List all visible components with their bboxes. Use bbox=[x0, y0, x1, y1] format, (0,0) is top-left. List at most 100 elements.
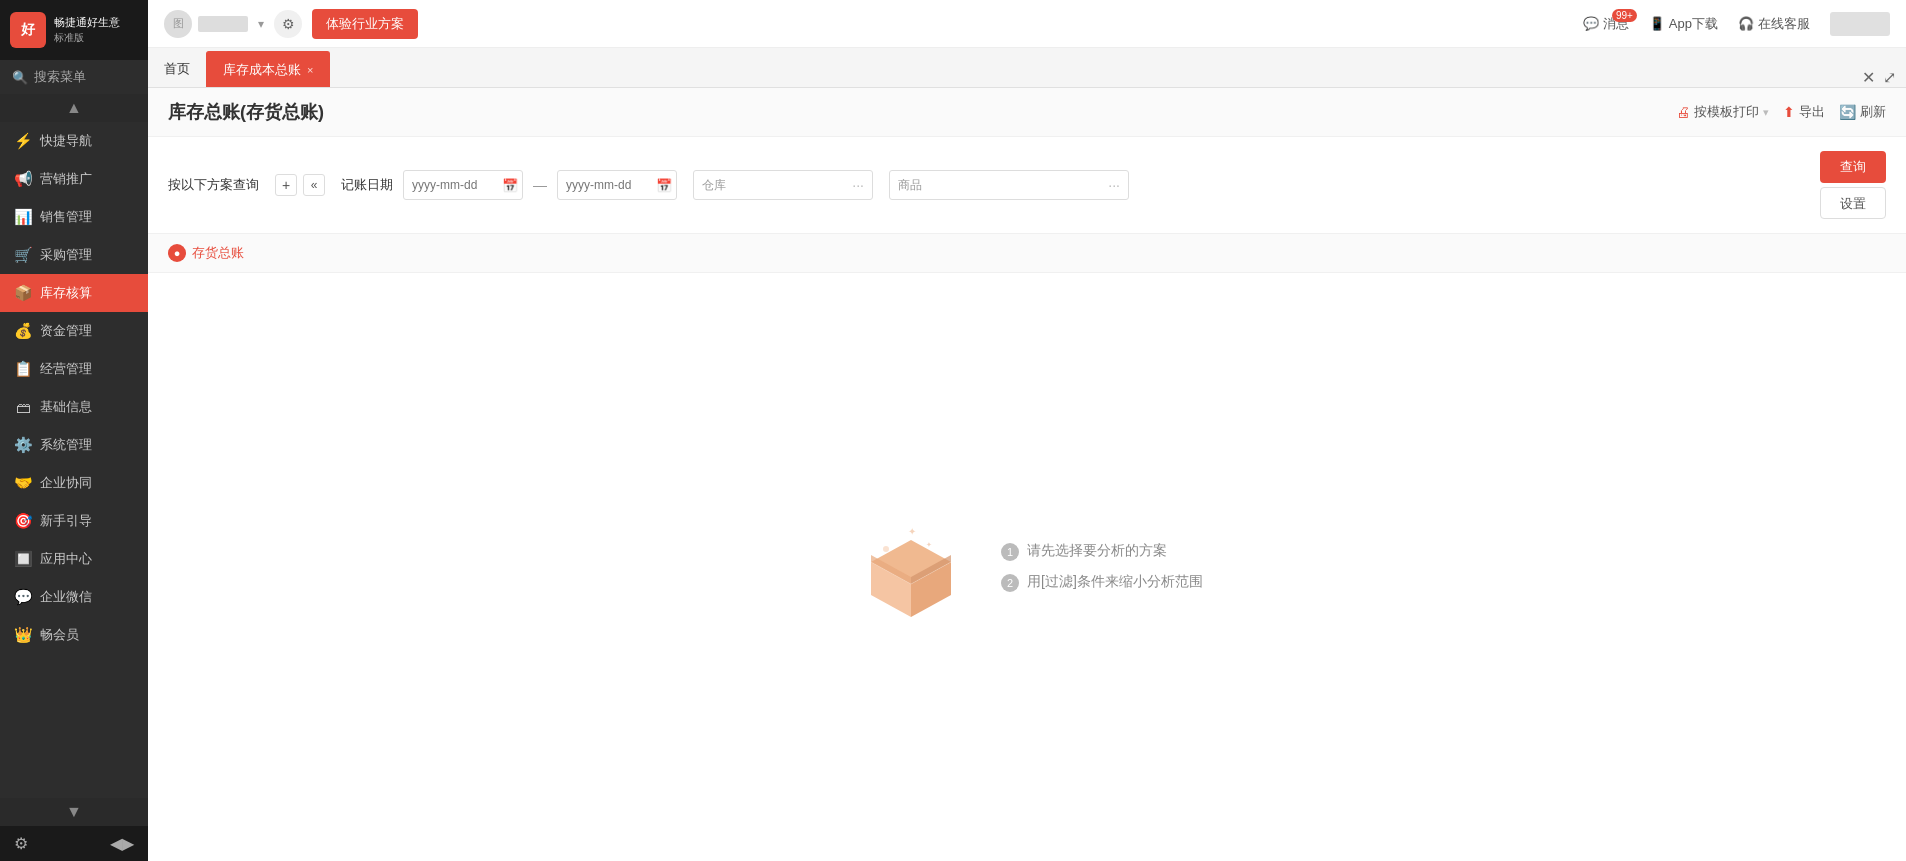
search-menu-label: 搜索菜单 bbox=[34, 68, 86, 86]
topbar-gear-button[interactable]: ⚙ bbox=[274, 10, 302, 38]
app-logo: 好 畅捷通好生意 标准版 bbox=[0, 0, 148, 60]
user-avatar: 图 bbox=[164, 10, 192, 38]
username-box bbox=[1830, 12, 1890, 36]
sidebar-item-label: 应用中心 bbox=[40, 550, 92, 568]
calendar-end-icon: 📅 bbox=[656, 178, 672, 193]
panel-expand-button[interactable]: ⤢ bbox=[1883, 68, 1896, 87]
sidebar-item-inventory[interactable]: 📦 库存核算 bbox=[0, 274, 148, 312]
sidebar-item-label: 基础信息 bbox=[40, 398, 92, 416]
date-end-input[interactable]: 📅 bbox=[557, 170, 677, 200]
date-start-input[interactable]: 📅 bbox=[403, 170, 523, 200]
message-button[interactable]: 💬 消息 99+ bbox=[1583, 15, 1629, 33]
warehouse-more-icon[interactable]: ··· bbox=[852, 177, 864, 193]
empty-state: ✦ ✦ 1 请先选择要分析的方案 2 用[过滤]条件来缩小分析范 bbox=[148, 273, 1906, 861]
topbar-chevron-icon[interactable]: ▾ bbox=[258, 17, 264, 31]
message-badge: 99+ bbox=[1612, 9, 1637, 22]
inventory-icon: 📦 bbox=[14, 284, 32, 302]
sidebar-item-label: 系统管理 bbox=[40, 436, 92, 454]
basic-info-icon: 🗃 bbox=[14, 398, 32, 416]
sidebar-item-app-center[interactable]: 🔲 应用中心 bbox=[0, 540, 148, 578]
svg-point-9 bbox=[883, 546, 889, 552]
trial-button[interactable]: 体验行业方案 bbox=[312, 9, 418, 39]
warehouse-filter[interactable]: 仓库 ··· bbox=[693, 170, 873, 200]
print-button[interactable]: 🖨 按模板打印 ▾ bbox=[1676, 103, 1769, 121]
tab-close-icon[interactable]: × bbox=[307, 64, 313, 76]
main-area: 图 ▾ ⚙ 体验行业方案 💬 消息 99+ 📱 App下载 🎧 在线客服 bbox=[148, 0, 1906, 861]
sidebar-item-label: 企业协同 bbox=[40, 474, 92, 492]
settings-button[interactable]: 设置 bbox=[1820, 187, 1886, 219]
calendar-start-icon: 📅 bbox=[502, 178, 518, 193]
settings-icon[interactable]: ⚙ bbox=[14, 834, 28, 853]
content-area: 库存总账(存货总账) 🖨 按模板打印 ▾ ⬆ 导出 🔄 刷新 按以下方案查询 bbox=[148, 88, 1906, 861]
sidebar-item-purchase[interactable]: 🛒 采购管理 bbox=[0, 236, 148, 274]
sidebar-item-enterprise[interactable]: 🤝 企业协同 bbox=[0, 464, 148, 502]
tip-text-1: 请先选择要分析的方案 bbox=[1027, 542, 1167, 560]
filter-collapse-button[interactable]: « bbox=[303, 174, 325, 196]
refresh-button[interactable]: 🔄 刷新 bbox=[1839, 103, 1886, 121]
page-header-actions: 🖨 按模板打印 ▾ ⬆ 导出 🔄 刷新 bbox=[1676, 103, 1886, 121]
sidebar-item-label: 库存核算 bbox=[40, 284, 92, 302]
scroll-down-button[interactable]: ▼ bbox=[0, 798, 148, 826]
sidebar-item-label: 新手引导 bbox=[40, 512, 92, 530]
empty-tip-2: 2 用[过滤]条件来缩小分析范围 bbox=[1001, 573, 1203, 592]
sidebar-item-marketing[interactable]: 📢 营销推广 bbox=[0, 160, 148, 198]
sidebar-item-label: 畅会员 bbox=[40, 626, 79, 644]
schema-item[interactable]: ● 存货总账 bbox=[168, 244, 244, 262]
query-button[interactable]: 查询 bbox=[1820, 151, 1886, 183]
empty-tip-1: 1 请先选择要分析的方案 bbox=[1001, 542, 1203, 561]
schema-icon: ● bbox=[168, 244, 186, 262]
sidebar-item-sales[interactable]: 📊 销售管理 bbox=[0, 198, 148, 236]
empty-illustration: ✦ ✦ bbox=[851, 507, 971, 627]
filter-buttons: 查询 设置 bbox=[1820, 151, 1886, 219]
date-start-field[interactable] bbox=[412, 178, 502, 192]
collapse-icon[interactable]: ◀▶ bbox=[110, 834, 134, 853]
sales-icon: 📊 bbox=[14, 208, 32, 226]
sidebar-item-wechat[interactable]: 💬 企业微信 bbox=[0, 578, 148, 616]
goods-placeholder: 商品 bbox=[898, 177, 922, 194]
date-end-field[interactable] bbox=[566, 178, 656, 192]
topbar-user-name[interactable] bbox=[1830, 12, 1890, 36]
sidebar-item-quick-nav[interactable]: ⚡ 快捷导航 bbox=[0, 122, 148, 160]
tab-label: 库存成本总账 bbox=[223, 61, 301, 79]
sidebar-item-label: 销售管理 bbox=[40, 208, 92, 226]
app-download-icon: 📱 bbox=[1649, 16, 1665, 31]
sidebar-bottom: ⚙ ◀▶ bbox=[0, 826, 148, 861]
sidebar-item-operations[interactable]: 📋 经营管理 bbox=[0, 350, 148, 388]
filter-row-date: 记账日期 📅 — 📅 bbox=[341, 170, 677, 200]
export-label: 导出 bbox=[1799, 103, 1825, 121]
goods-filter[interactable]: 商品 ··· bbox=[889, 170, 1129, 200]
sidebar-item-label: 快捷导航 bbox=[40, 132, 92, 150]
scroll-up-button[interactable]: ▲ bbox=[0, 94, 148, 122]
online-service-button[interactable]: 🎧 在线客服 bbox=[1738, 15, 1810, 33]
app-download-label: App下载 bbox=[1669, 15, 1718, 33]
filter-add-button[interactable]: + bbox=[275, 174, 297, 196]
message-icon: 💬 bbox=[1583, 16, 1599, 31]
search-icon: 🔍 bbox=[12, 70, 28, 85]
app-download-button[interactable]: 📱 App下载 bbox=[1649, 15, 1718, 33]
app-badge: 标准版 bbox=[54, 31, 120, 45]
sidebar-item-finance[interactable]: 💰 资金管理 bbox=[0, 312, 148, 350]
sidebar-item-label: 经营管理 bbox=[40, 360, 92, 378]
print-dropdown-icon[interactable]: ▾ bbox=[1763, 106, 1769, 119]
tab-home[interactable]: 首页 bbox=[148, 51, 206, 87]
filter-actions: + « bbox=[275, 174, 325, 196]
tip-num-1: 1 bbox=[1001, 543, 1019, 561]
goods-more-icon[interactable]: ··· bbox=[1108, 177, 1120, 193]
search-menu[interactable]: 🔍 搜索菜单 bbox=[0, 60, 148, 94]
sidebar-item-beginner[interactable]: 🎯 新手引导 bbox=[0, 502, 148, 540]
page-header: 库存总账(存货总账) 🖨 按模板打印 ▾ ⬆ 导出 🔄 刷新 bbox=[148, 88, 1906, 137]
sidebar-item-label: 采购管理 bbox=[40, 246, 92, 264]
tabs-bar: 首页 库存成本总账 × ✕ ⤢ bbox=[148, 48, 1906, 88]
sidebar-nav: ⚡ 快捷导航 📢 营销推广 📊 销售管理 🛒 采购管理 📦 库存核算 💰 资金管… bbox=[0, 122, 148, 798]
headset-icon: 🎧 bbox=[1738, 16, 1754, 31]
tab-inventory-ledger[interactable]: 库存成本总账 × bbox=[206, 51, 330, 87]
sidebar-item-system[interactable]: ⚙️ 系统管理 bbox=[0, 426, 148, 464]
sidebar-item-vip[interactable]: 👑 畅会员 bbox=[0, 616, 148, 654]
export-button[interactable]: ⬆ 导出 bbox=[1783, 103, 1825, 121]
sidebar-item-basic-info[interactable]: 🗃 基础信息 bbox=[0, 388, 148, 426]
filter-section-label: 按以下方案查询 bbox=[168, 176, 259, 194]
wechat-icon: 💬 bbox=[14, 588, 32, 606]
date-dash: — bbox=[533, 177, 547, 193]
panel-close-button[interactable]: ✕ bbox=[1862, 68, 1875, 87]
finance-icon: 💰 bbox=[14, 322, 32, 340]
